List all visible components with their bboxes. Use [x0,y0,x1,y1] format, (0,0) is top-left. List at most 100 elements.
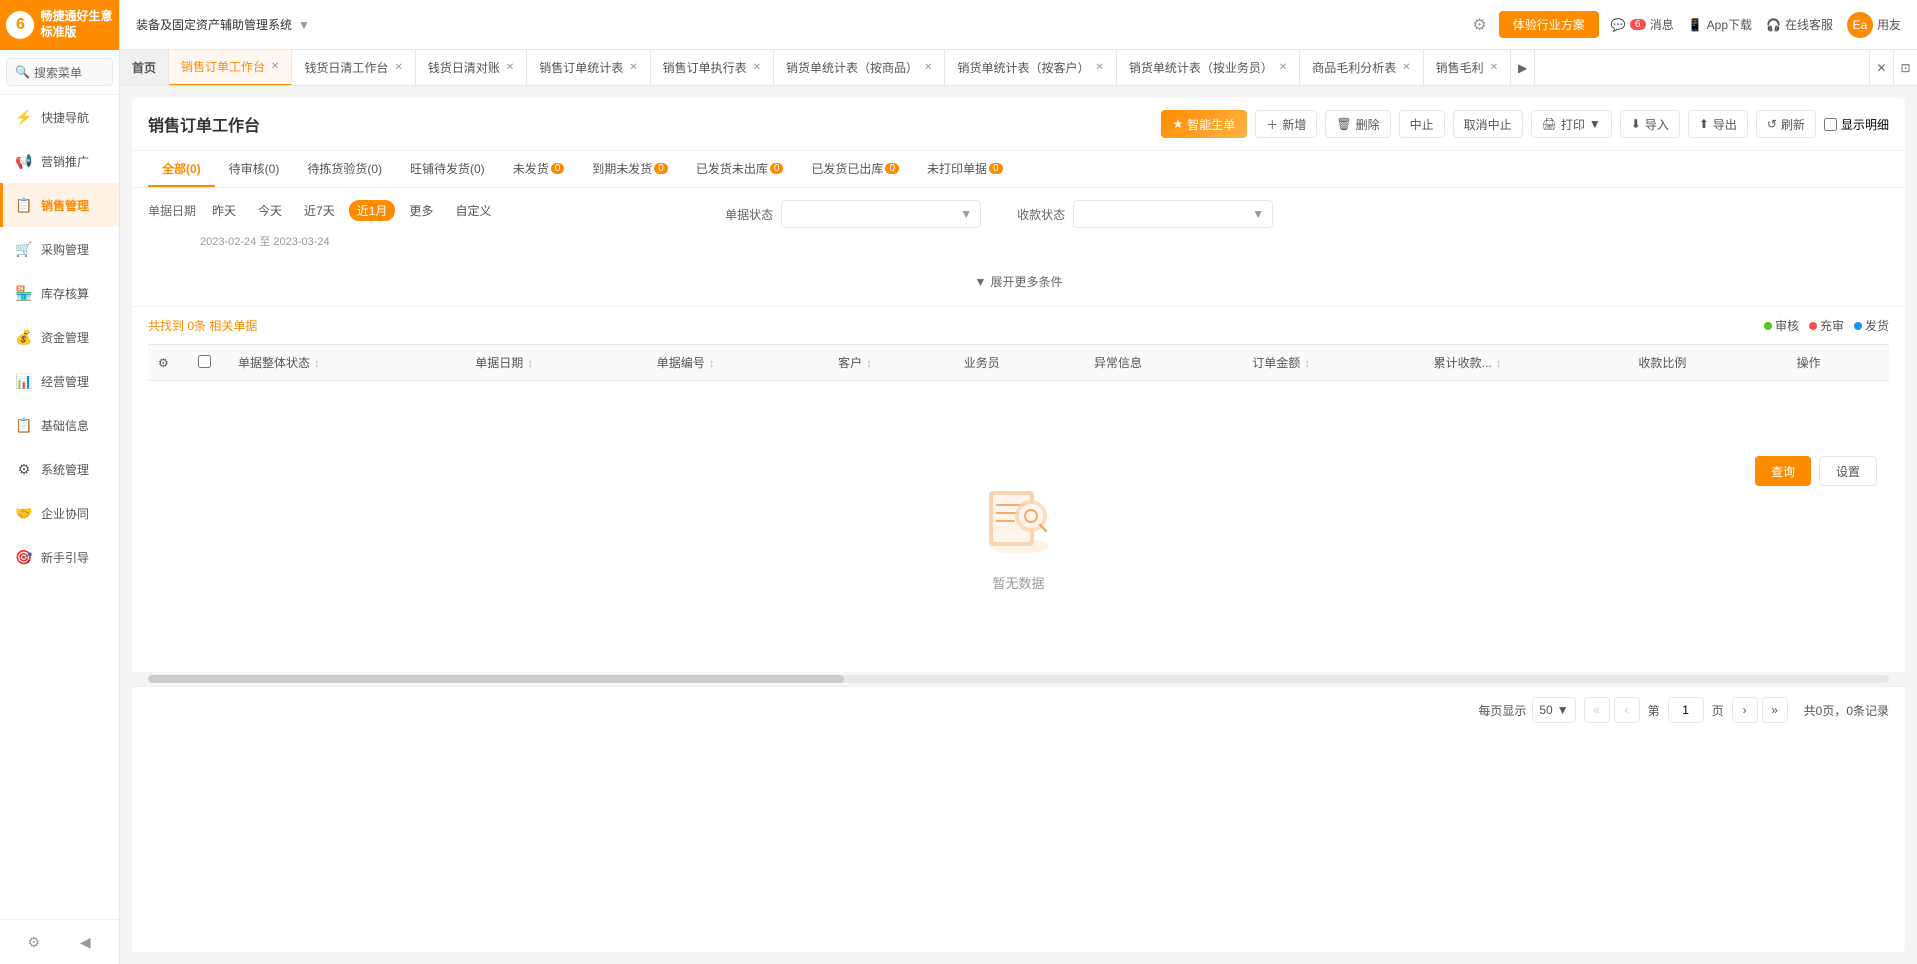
sidebar-item-inventory[interactable]: 🏪 库存核算 [0,271,119,315]
select-all-checkbox[interactable] [198,355,211,368]
sidebar-item-basic[interactable]: 📋 基础信息 [0,403,119,447]
date-more[interactable]: 更多 [401,200,441,221]
tab-minimize-button[interactable]: ⊡ [1893,50,1917,86]
sub-tab-wangpu-ship[interactable]: 旺铺待发货(0) [396,151,499,187]
sub-tab-not-shipped[interactable]: 未发货 0 [499,151,579,187]
tab-close-icon[interactable]: ✕ [1402,62,1410,73]
tab-sales-revenue[interactable]: 销售毛利 ✕ [1424,50,1511,86]
show-detail-input[interactable] [1824,118,1837,131]
tab-cash-clearing[interactable]: 钱货日清工作台 ✕ [292,50,415,86]
print-button[interactable]: 🖨 打印 ▼ [1531,110,1612,138]
col-staff-header[interactable]: 业务员 [954,345,1084,381]
sub-tab-not-printed[interactable]: 未打印单据 0 [913,151,1017,187]
tab-close-icon[interactable]: ✕ [506,62,514,73]
tab-close-icon[interactable]: ✕ [629,62,637,73]
filter-settings-button[interactable]: 设置 [1819,456,1877,486]
col-customer-header[interactable]: 客户↕ [828,345,954,381]
header-settings-icon[interactable]: ⚙ [1472,15,1486,35]
tab-sales-workbench[interactable]: 销售订单工作台 ✕ [169,50,292,86]
query-button[interactable]: 查询 [1755,456,1811,486]
col-date-header[interactable]: 单据日期↕ [465,345,646,381]
suspend-button[interactable]: 中止 [1399,110,1445,138]
next-page-button[interactable]: › [1732,697,1758,723]
sidebar-item-system[interactable]: ⚙ 系统管理 [0,447,119,491]
new-button[interactable]: ＋ 新增 [1255,110,1317,138]
export-button[interactable]: ⬆ 导出 [1688,110,1748,138]
tab-sales-staff[interactable]: 销货单统计表（按业务员） ✕ [1117,50,1300,86]
tab-close-icon[interactable]: ✕ [1490,62,1498,73]
sub-tab-overdue-unshipped[interactable]: 到期未发货 0 [578,151,682,187]
expand-conditions-button[interactable]: ▼ 展开更多条件 [967,269,1071,294]
search-menu-button[interactable]: 🔍 搜索菜单 [6,58,113,86]
ai-generate-button[interactable]: ★ 智能生单 [1161,110,1248,138]
per-page-select[interactable]: 50 ▼ [1532,697,1575,723]
sidebar-item-finance[interactable]: 💰 资金管理 [0,315,119,359]
tab-close-icon[interactable]: ✕ [753,62,761,73]
settings-bottom-button[interactable]: ⚙ [20,928,48,956]
review-op-button[interactable]: 审核 [1764,317,1799,334]
date-1month[interactable]: 近1月 [349,200,396,221]
col-checkbox-header[interactable] [188,345,228,381]
tab-more-button[interactable]: ▶ [1511,50,1535,86]
filter-area: 单据日期 昨天 今天 近7天 近1月 更多 自定义 2023-02-24 至 2… [132,188,1905,307]
sidebar-item-purchase[interactable]: 🛒 采购管理 [0,227,119,271]
message-icon: 💬 [1611,18,1626,32]
logo-line1: 畅捷通好生意 [40,9,112,25]
page-input[interactable] [1668,697,1704,723]
horizontal-scroll[interactable] [132,672,1905,686]
online-service-button[interactable]: 🎧 在线客服 [1766,16,1833,33]
user-area[interactable]: Ea 用友 [1847,12,1901,38]
tab-close-all-button[interactable]: ✕ [1869,50,1893,86]
app-download-button[interactable]: 📱 App下载 [1688,16,1752,33]
payment-select[interactable]: ▼ [1073,200,1273,228]
tab-gross-profit[interactable]: 商品毛利分析表 ✕ [1300,50,1423,86]
refresh-button[interactable]: ↺ 刷新 [1756,110,1816,138]
cancel-review-op-button[interactable]: 充审 [1809,317,1844,334]
sidebar-item-operations[interactable]: 📊 经营管理 [0,359,119,403]
sidebar-item-guide[interactable]: 🎯 新手引导 [0,535,119,579]
col-number-header[interactable]: 单据编号↕ [647,345,828,381]
tab-close-icon[interactable]: ✕ [271,61,279,72]
sub-tab-pending-review[interactable]: 待审核(0) [215,151,294,187]
industry-solution-button[interactable]: 体验行业方案 [1499,11,1599,38]
sidebar-item-marketing[interactable]: 📢 营销推广 [0,139,119,183]
ship-op-button[interactable]: 发货 [1854,317,1889,334]
status-filter-row: 单据状态 ▼ [725,200,981,228]
show-detail-checkbox[interactable]: 显示明细 [1824,116,1889,133]
delete-button[interactable]: 🗑 删除 [1325,110,1390,138]
tab-close-icon[interactable]: ✕ [924,62,932,73]
tab-cash-reconcile[interactable]: 钱货日清对账 ✕ [416,50,527,86]
tab-home[interactable]: 首页 [120,50,169,86]
tab-sales-exec[interactable]: 销售订单执行表 ✕ [651,50,774,86]
per-page-arrow: ▼ [1557,703,1569,717]
date-custom[interactable]: 自定义 [447,200,499,221]
sub-tab-shipped-not-in[interactable]: 已发货未出库 0 [682,151,798,187]
tab-sales-product[interactable]: 销货单统计表（按商品） ✕ [774,50,945,86]
page-title: 销售订单工作台 [148,112,260,136]
last-page-button[interactable]: » [1762,697,1788,723]
status-select[interactable]: ▼ [781,200,981,228]
sub-tab-shipped-in[interactable]: 已发货已出库 0 [797,151,913,187]
date-today[interactable]: 今天 [250,200,290,221]
first-page-button[interactable]: « [1584,697,1610,723]
tab-sales-stats[interactable]: 销售订单统计表 ✕ [527,50,650,86]
cancel-suspend-button[interactable]: 取消中止 [1453,110,1523,138]
tab-sales-customer[interactable]: 销货单统计表（按客户） ✕ [945,50,1116,86]
collapse-button[interactable]: ◀ [71,928,99,956]
tab-close-icon[interactable]: ✕ [1279,62,1287,73]
tab-close-icon[interactable]: ✕ [394,62,402,73]
message-button[interactable]: 💬 6 消息 [1611,16,1674,33]
sub-tab-all[interactable]: 全部(0) [148,151,215,187]
import-button[interactable]: ⬇ 导入 [1620,110,1680,138]
sidebar-item-quicknav[interactable]: ⚡ 快捷导航 [0,95,119,139]
date-7days[interactable]: 近7天 [296,200,343,221]
sidebar-item-sales[interactable]: 📋 销售管理 [0,183,119,227]
sidebar-item-enterprise[interactable]: 🤝 企业协同 [0,491,119,535]
col-received-header[interactable]: 累计收款...↕ [1424,345,1629,381]
col-amount-header[interactable]: 订单金额↕ [1242,345,1423,381]
sub-tab-pending-inspect[interactable]: 待拣货验货(0) [293,151,396,187]
date-yesterday[interactable]: 昨天 [204,200,244,221]
col-settings-header[interactable]: ⚙ [148,345,188,381]
prev-page-button[interactable]: ‹ [1614,697,1640,723]
tab-close-icon[interactable]: ✕ [1095,62,1103,73]
